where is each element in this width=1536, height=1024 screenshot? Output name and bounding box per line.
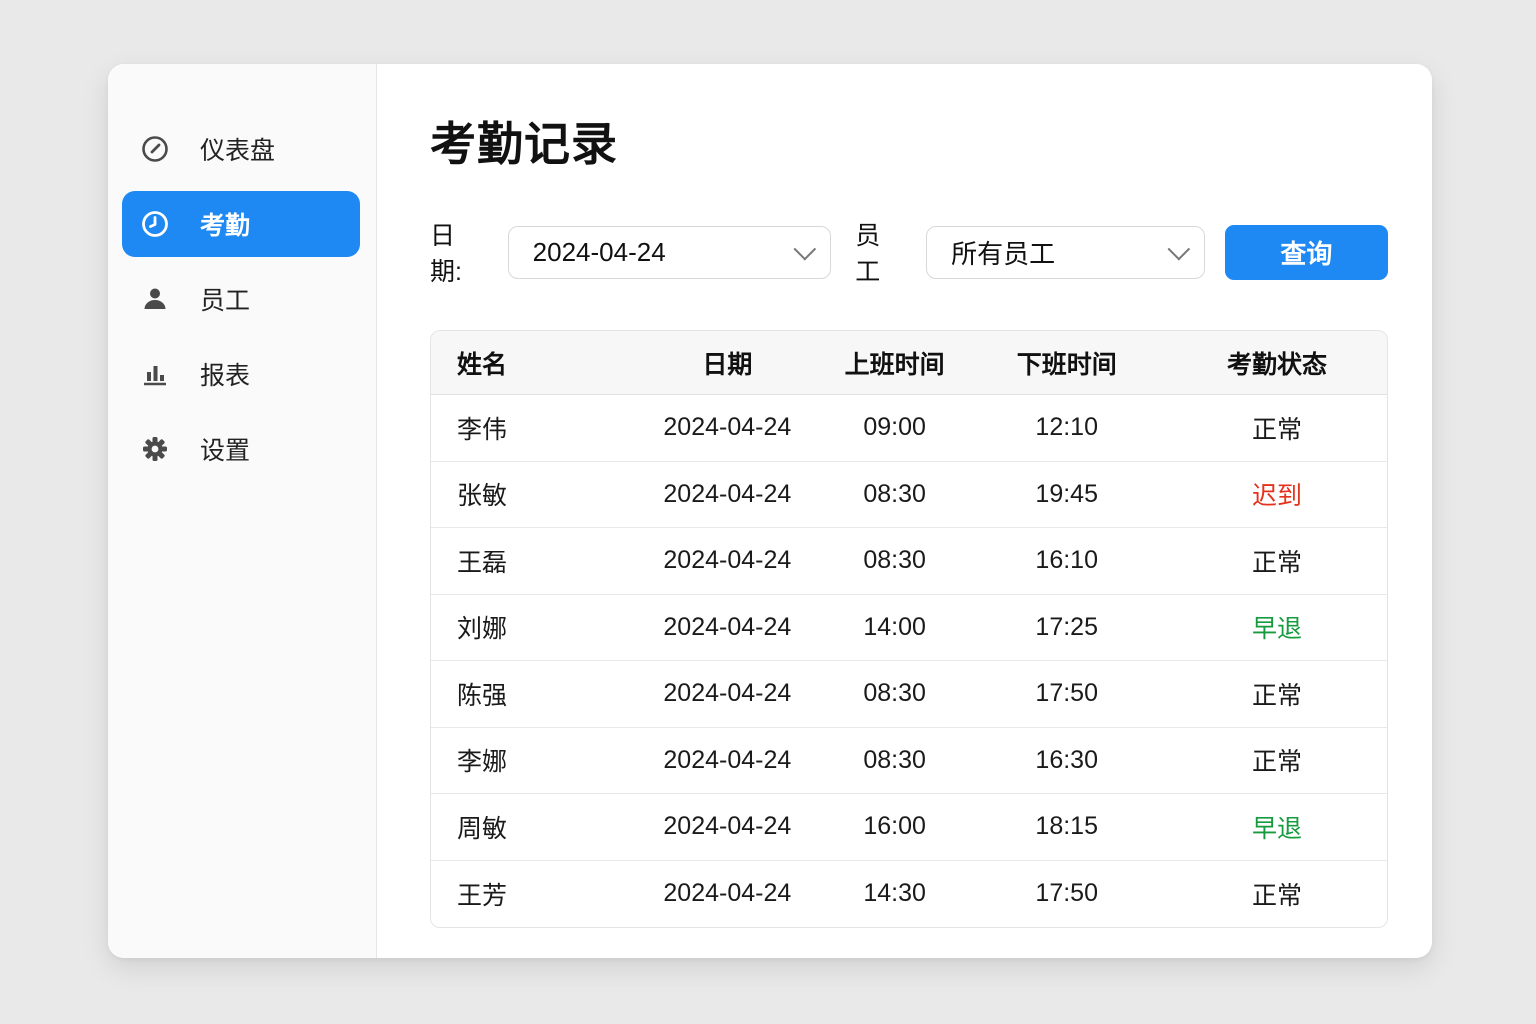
- cell-date: 2024-04-24: [663, 546, 792, 575]
- page-title: 考勤记录: [430, 118, 618, 170]
- column-header-0: 姓名: [457, 350, 508, 379]
- cell-status: 正常: [1252, 548, 1303, 577]
- cell-check-in: 08:30: [863, 546, 926, 575]
- cell-status: 迟到: [1252, 482, 1303, 511]
- date-select-value: 2024-04-24: [532, 236, 666, 267]
- sidebar-item-1[interactable]: 考勤: [122, 191, 360, 257]
- cell-check-in: 08:30: [863, 745, 926, 774]
- cell-date: 2024-04-24: [663, 413, 792, 442]
- cell-status: 正常: [1252, 881, 1303, 910]
- column-header-2: 上班时间: [844, 350, 945, 379]
- cell-check-out: 17:25: [1035, 612, 1098, 641]
- cell-check-out: 17:50: [1035, 679, 1098, 708]
- cell-name: 陈强: [457, 681, 508, 710]
- table-row-5: 李娜 2024-04-24 08:30 16:30 正常: [431, 727, 1387, 794]
- cell-status: 早退: [1252, 615, 1303, 644]
- sidebar-item-4[interactable]: 设置: [122, 416, 360, 482]
- cell-name: 李娜: [457, 748, 508, 777]
- chevron-down-icon: [1167, 237, 1190, 261]
- employee-select[interactable]: 所有员工: [926, 225, 1205, 279]
- employee-select-value: 所有员工: [951, 238, 1056, 269]
- table-row-2: 王磊 2024-04-24 08:30 16:10 正常: [431, 528, 1387, 595]
- sidebar-item-label: 设置: [200, 437, 251, 465]
- cell-name: 王芳: [457, 881, 508, 910]
- cell-check-out: 12:10: [1035, 413, 1098, 442]
- table-row-4: 陈强 2024-04-24 08:30 17:50 正常: [431, 661, 1387, 728]
- sidebar-item-2[interactable]: 员工: [122, 266, 360, 332]
- sidebar: 仪表盘考勤员工报表设置: [108, 64, 377, 958]
- column-header-3: 下班时间: [1016, 350, 1117, 379]
- cell-name: 周敏: [457, 814, 508, 843]
- cell-date: 2024-04-24: [663, 745, 792, 774]
- cell-check-in: 14:30: [863, 879, 926, 908]
- cell-status: 正常: [1252, 415, 1303, 444]
- cell-check-in: 16:00: [863, 812, 926, 841]
- cell-name: 李伟: [457, 415, 508, 444]
- cell-date: 2024-04-24: [663, 679, 792, 708]
- cell-status: 正常: [1252, 748, 1303, 777]
- chevron-down-icon: [793, 237, 817, 261]
- dashboard-icon: [140, 134, 170, 164]
- sidebar-item-label: 报表: [200, 362, 251, 390]
- sidebar-item-label: 仪表盘: [200, 137, 276, 165]
- bar-chart-icon: [140, 359, 170, 389]
- cell-check-in: 09:00: [863, 413, 926, 442]
- cell-check-in: 14:00: [863, 612, 926, 641]
- date-select[interactable]: 2024-04-24: [507, 225, 832, 279]
- cell-date: 2024-04-24: [663, 479, 792, 508]
- filter-bar: 日期: 2024-04-24 员工 所有员工 查询: [430, 216, 1389, 288]
- cell-name: 王磊: [457, 548, 508, 577]
- query-button[interactable]: 查询: [1224, 224, 1389, 280]
- table-row-6: 周敏 2024-04-24 16:00 18:15 早退: [431, 794, 1387, 861]
- cell-check-out: 19:45: [1035, 479, 1098, 508]
- attendance-app-window: 仪表盘 考勤 员工 报表 设置 考勤记录 日期: 2024-04-24 员工 所有员工 …: [108, 64, 1432, 958]
- cell-check-in: 08:30: [863, 479, 926, 508]
- main-content: 考勤记录 日期: 2024-04-24 员工 所有员工 查询 姓名 日期 上班时间 下…: [377, 64, 1432, 958]
- table-row-3: 刘娜 2024-04-24 14:00 17:25 早退: [431, 594, 1387, 661]
- cell-date: 2024-04-24: [663, 812, 792, 841]
- cell-check-out: 17:50: [1035, 879, 1098, 908]
- cell-status: 正常: [1252, 681, 1303, 710]
- sidebar-item-label: 员工: [200, 287, 251, 315]
- column-header-1: 日期: [702, 350, 753, 379]
- clock-icon: [140, 209, 170, 239]
- cell-date: 2024-04-24: [663, 879, 792, 908]
- table-row-1: 张敏 2024-04-24 08:30 19:45 迟到: [431, 461, 1387, 528]
- column-header-4: 考勤状态: [1227, 350, 1328, 379]
- date-filter-label: 日期:: [430, 222, 462, 286]
- cell-check-out: 16:10: [1035, 546, 1098, 575]
- cell-date: 2024-04-24: [663, 612, 792, 641]
- employee-filter-label: 员工: [855, 222, 881, 286]
- table-row-7: 王芳 2024-04-24 14:30 17:50 正常: [431, 860, 1387, 927]
- gear-icon: [140, 434, 170, 464]
- sidebar-item-label: 考勤: [200, 212, 251, 240]
- cell-check-out: 18:15: [1035, 812, 1098, 841]
- cell-check-in: 08:30: [863, 679, 926, 708]
- cell-name: 张敏: [457, 482, 508, 511]
- cell-name: 刘娜: [457, 615, 508, 644]
- sidebar-item-0[interactable]: 仪表盘: [122, 116, 360, 182]
- table-header-row: 姓名 日期 上班时间 下班时间 考勤状态: [431, 331, 1387, 395]
- cell-check-out: 16:30: [1035, 745, 1098, 774]
- table-row-0: 李伟 2024-04-24 09:00 12:10 正常: [431, 395, 1387, 462]
- cell-status: 早退: [1252, 814, 1303, 843]
- sidebar-item-3[interactable]: 报表: [122, 341, 360, 407]
- attendance-table: 姓名 日期 上班时间 下班时间 考勤状态李伟 2024-04-24 09:00 12:10 正常…: [430, 330, 1388, 928]
- user-icon: [140, 284, 170, 314]
